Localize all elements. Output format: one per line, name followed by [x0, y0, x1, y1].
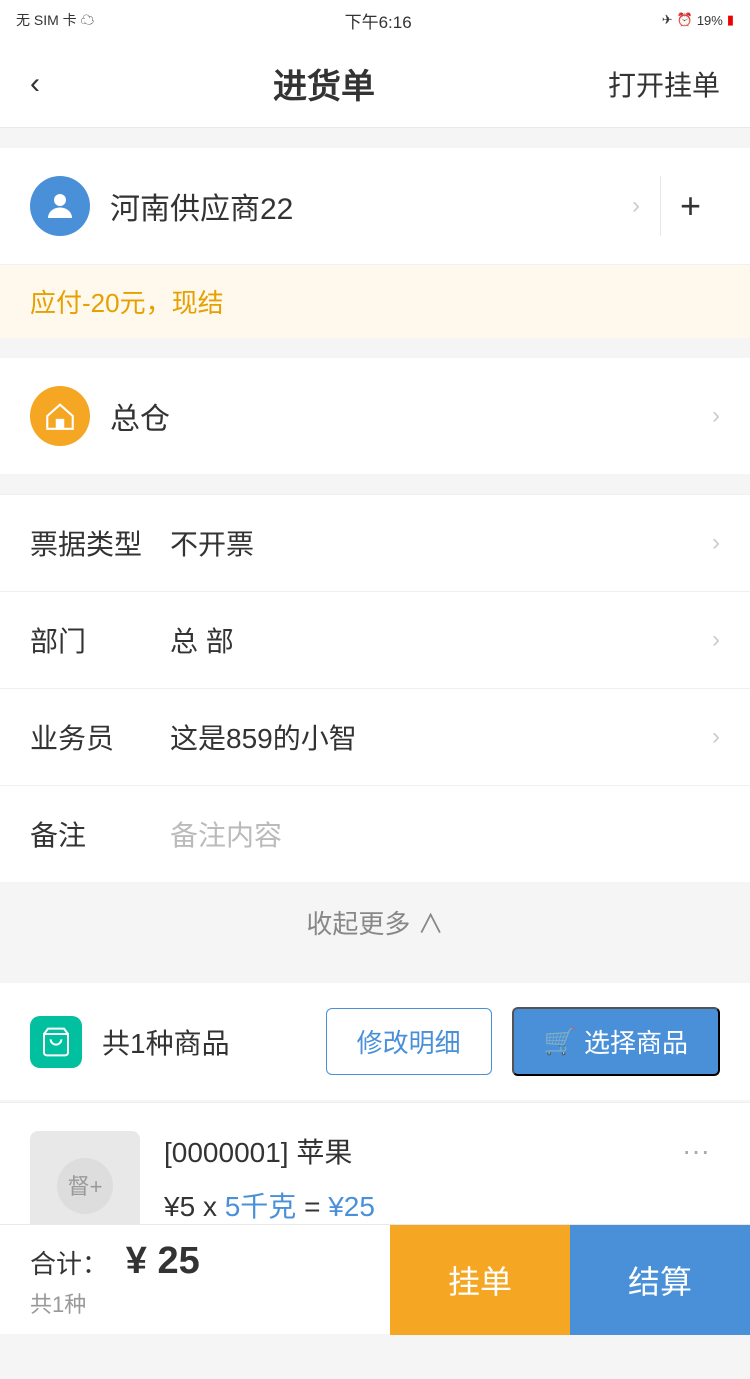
- salesman-row[interactable]: 业务员 这是859的小智 ›: [0, 688, 750, 785]
- owl-logo: 督+: [55, 1156, 115, 1216]
- status-right: ✈ ⏰ 19% ▮: [662, 12, 734, 28]
- person-icon: [42, 188, 78, 224]
- subtotal: ¥25: [328, 1191, 375, 1222]
- status-left: 无 SIM 卡 ☁: [16, 10, 95, 30]
- settle-button[interactable]: 结算: [570, 1225, 750, 1335]
- warehouse-icon-wrap: [30, 386, 90, 446]
- supplier-chevron-icon: ›: [632, 192, 640, 220]
- invoice-row[interactable]: 票据类型 不开票 ›: [0, 494, 750, 591]
- item-count: 共1种: [30, 1287, 360, 1319]
- battery-icon: ▮: [727, 12, 734, 28]
- warehouse-chevron-icon: ›: [712, 402, 720, 430]
- supplier-card: 河南供应商22 › + 应付-20元，现结: [0, 148, 750, 338]
- salesman-chevron-icon: ›: [712, 723, 720, 751]
- remark-input[interactable]: 备注内容: [150, 814, 720, 854]
- invoice-value: 不开票: [150, 523, 702, 563]
- page-title: 进货单: [273, 59, 375, 108]
- select-product-label: 选择商品: [584, 1023, 688, 1060]
- bottom-total: 合计： ¥ 25 共1种: [0, 1240, 390, 1319]
- product-name: [0000001] 苹果: [164, 1131, 672, 1171]
- total-amount: ¥ 25: [126, 1240, 200, 1282]
- unit-price: ¥5: [164, 1191, 195, 1222]
- battery-status: 19%: [697, 13, 723, 28]
- product-more-button[interactable]: ···: [672, 1131, 720, 1171]
- remark-label: 备注: [30, 814, 150, 854]
- products-header: 共1种商品 修改明细 🛒 选择商品: [0, 983, 750, 1100]
- select-product-button[interactable]: 🛒 选择商品: [512, 1007, 720, 1076]
- form-card: 票据类型 不开票 › 部门 总 部 › 业务员 这是859的小智 › 备注 备注…: [0, 494, 750, 882]
- status-bar: 无 SIM 卡 ☁ 下午6:16 ✈ ⏰ 19% ▮: [0, 0, 750, 40]
- sim-status: 无 SIM 卡 ☁: [16, 10, 95, 30]
- remark-row[interactable]: 备注 备注内容: [0, 785, 750, 882]
- add-supplier-button[interactable]: +: [660, 176, 720, 236]
- product-price: ¥5 x 5千克 = ¥25: [164, 1185, 672, 1225]
- products-icon-wrap: [30, 1016, 82, 1068]
- multiply-icon: x: [203, 1191, 225, 1222]
- salesman-value: 这是859的小智: [150, 717, 702, 757]
- salesman-label: 业务员: [30, 717, 150, 757]
- nav-bar: ‹ 进货单 打开挂单: [0, 40, 750, 128]
- hang-button[interactable]: 挂单: [390, 1225, 570, 1335]
- warehouse-card: 总仓 ›: [0, 358, 750, 474]
- cart-icon: 🛒: [544, 1026, 576, 1057]
- product-code: [0000001]: [164, 1137, 289, 1168]
- shopping-bag-icon: [40, 1026, 72, 1058]
- supplier-name: 河南供应商22: [110, 184, 622, 228]
- collapse-button[interactable]: 收起更多 ∧: [0, 882, 750, 963]
- svg-text:督+: 督+: [68, 1174, 103, 1199]
- edit-detail-button[interactable]: 修改明细: [326, 1008, 492, 1075]
- total-label: 合计：: [30, 1249, 108, 1279]
- quantity: 5千克: [225, 1191, 297, 1222]
- product-info: [0000001] 苹果 ¥5 x 5千克 = ¥25: [164, 1131, 672, 1225]
- equals-icon: =: [304, 1191, 328, 1222]
- products-count: 共1种商品: [102, 1022, 306, 1062]
- warehouse-icon: [43, 399, 77, 433]
- location-icon: ✈: [662, 12, 673, 28]
- gap-4: [0, 963, 750, 983]
- dept-row[interactable]: 部门 总 部 ›: [0, 591, 750, 688]
- alarm-icon: ⏰: [677, 12, 693, 28]
- dept-value: 总 部: [150, 620, 702, 660]
- supplier-row[interactable]: 河南供应商22 › +: [0, 148, 750, 265]
- warehouse-row[interactable]: 总仓 ›: [0, 358, 750, 474]
- gap-1: [0, 128, 750, 148]
- supplier-avatar: [30, 176, 90, 236]
- gap-3: [0, 474, 750, 494]
- warehouse-name: 总仓: [110, 394, 702, 438]
- supplier-notice: 应付-20元，现结: [0, 265, 750, 338]
- invoice-chevron-icon: ›: [712, 529, 720, 557]
- back-button[interactable]: ‹: [30, 67, 40, 101]
- open-pending-button[interactable]: 打开挂单: [608, 64, 720, 104]
- dept-label: 部门: [30, 620, 150, 660]
- dept-chevron-icon: ›: [712, 626, 720, 654]
- invoice-label: 票据类型: [30, 523, 150, 563]
- product-title: 苹果: [296, 1137, 352, 1168]
- gap-2: [0, 338, 750, 358]
- bottom-bar: 合计： ¥ 25 共1种 挂单 结算: [0, 1224, 750, 1334]
- status-time: 下午6:16: [345, 8, 412, 33]
